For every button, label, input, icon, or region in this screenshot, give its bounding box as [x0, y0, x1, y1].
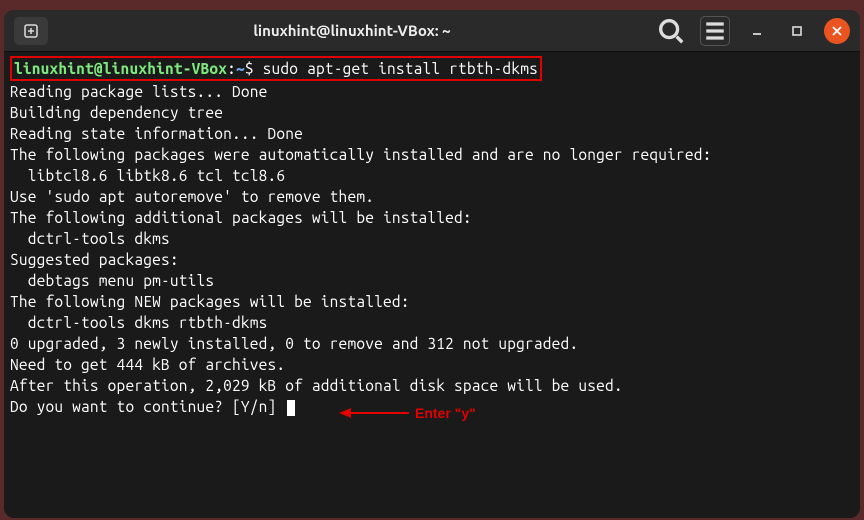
window-title: linuxhint@linuxhint-VBox: ~ — [48, 22, 656, 39]
output-line: The following additional packages will b… — [10, 209, 472, 226]
annotation-text: Enter "y" — [415, 405, 476, 421]
terminal-body[interactable]: linuxhint@linuxhint-VBox:~$ sudo apt-get… — [4, 52, 860, 421]
output-line: Use 'sudo apt autoremove' to remove them… — [10, 188, 374, 205]
arrow-left-icon — [339, 406, 409, 420]
titlebar-right — [656, 16, 850, 46]
output-line: After this operation, 2,029 kB of additi… — [10, 377, 623, 394]
output-line: dctrl-tools dkms rtbth-dkms — [10, 314, 268, 331]
cursor — [287, 400, 295, 416]
output-line: Building dependency tree — [10, 104, 223, 121]
terminal-window: linuxhint@linuxhint-VBox: ~ — [4, 10, 860, 518]
output-line: Need to get 444 kB of archives. — [10, 356, 285, 373]
output-line: Reading state information... Done — [10, 125, 303, 142]
titlebar: linuxhint@linuxhint-VBox: ~ — [4, 10, 860, 52]
output-line: The following NEW packages will be insta… — [10, 293, 410, 310]
output-line: libtcl8.6 libtk8.6 tcl tcl8.6 — [10, 167, 285, 184]
command-highlight-box: linuxhint@linuxhint-VBox:~$ sudo apt-get… — [10, 56, 542, 81]
prompt-path: ~ — [236, 60, 245, 77]
prompt-sep1: : — [227, 60, 236, 77]
close-button[interactable] — [824, 18, 850, 44]
search-button[interactable] — [656, 16, 686, 46]
maximize-button[interactable] — [784, 18, 810, 44]
prompt-sep2: $ — [245, 60, 263, 77]
new-tab-button[interactable] — [14, 17, 48, 45]
command-text: sudo apt-get install rtbth-dkms — [263, 60, 538, 77]
prompt-user: linuxhint@linuxhint-VBox — [14, 60, 227, 77]
titlebar-left — [14, 17, 48, 45]
output-line: Reading package lists... Done — [10, 83, 268, 100]
output-line: dctrl-tools dkms — [10, 230, 170, 247]
hamburger-menu-button[interactable] — [700, 16, 730, 46]
output-line: 0 upgraded, 3 newly installed, 0 to remo… — [10, 335, 578, 352]
minimize-button[interactable] — [744, 18, 770, 44]
output-line: Suggested packages: — [10, 251, 179, 268]
output-prompt-line: Do you want to continue? [Y/n] — [10, 398, 285, 415]
annotation: Enter "y" — [339, 405, 476, 421]
output-line: debtags menu pm-utils — [10, 272, 214, 289]
output-line: The following packages were automaticall… — [10, 146, 712, 163]
